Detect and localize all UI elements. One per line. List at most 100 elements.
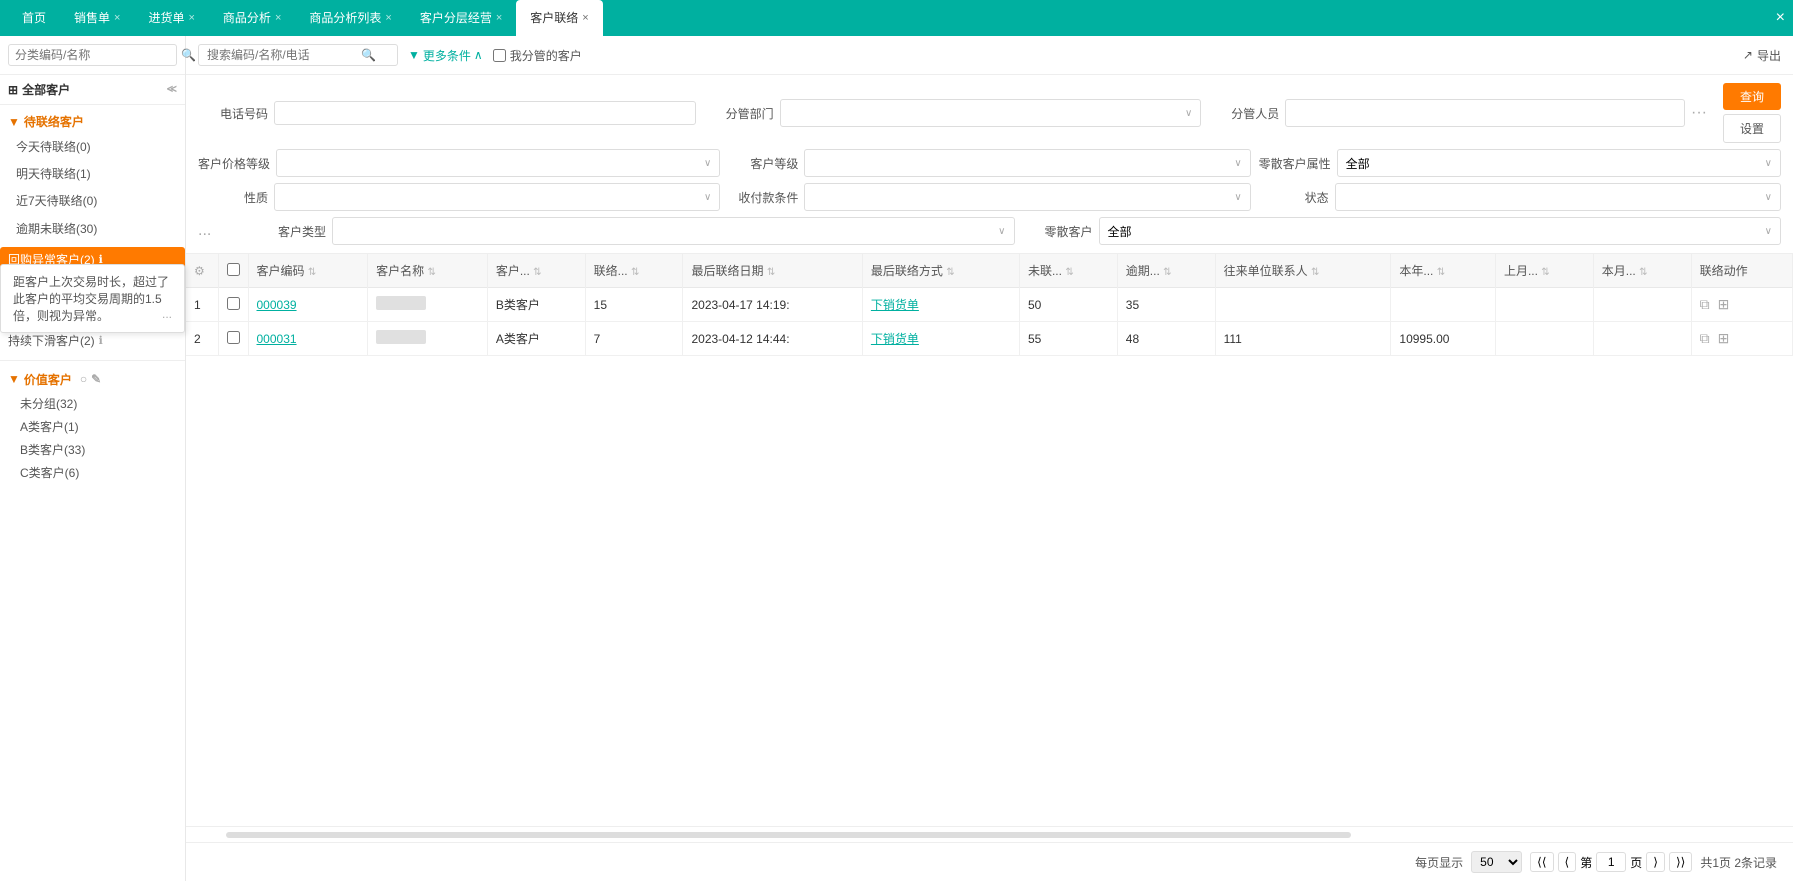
more-conditions-button[interactable]: ▼ 更多条件 ∧ (408, 47, 483, 64)
nav-analysis-list[interactable]: 商品分析列表 × (295, 0, 405, 36)
td-code-1[interactable]: 000039 (248, 288, 368, 322)
row1-link-icon[interactable]: ⧉ (1700, 296, 1710, 313)
value-edit-pen-icon[interactable]: ✎ (91, 372, 101, 386)
all-customers-section[interactable]: ⊞ 全部客户 ≪ (0, 75, 185, 105)
sort-contact-count-icon: ⇅ (631, 267, 639, 278)
page-number-input[interactable] (1596, 852, 1626, 872)
row2-checkbox[interactable] (227, 331, 240, 344)
nature-select[interactable]: ∨ (274, 183, 720, 211)
price-level-arrow: ∨ (704, 158, 711, 169)
table-settings-icon[interactable]: ⚙ (194, 264, 205, 278)
td-method-1[interactable]: 下销货单 (862, 288, 1019, 322)
filter-cell-phone: 电话号码 (198, 101, 696, 125)
nav-home[interactable]: 首页 (8, 0, 60, 36)
td-method-2[interactable]: 下销货单 (862, 322, 1019, 356)
my-customers-checkbox[interactable] (493, 49, 506, 62)
th-type[interactable]: 客户... ⇅ (487, 254, 585, 288)
close-contact-icon[interactable]: × (582, 0, 588, 36)
sidebar-item-class-c[interactable]: C类客户(6) (0, 461, 185, 484)
nav-customer-contact[interactable]: 客户联络 × (516, 0, 602, 36)
content-area: 🔍 ▼ 更多条件 ∧ 我分管的客户 ↗ 导出 (186, 36, 1793, 881)
close-segment-icon[interactable]: × (496, 0, 502, 36)
tooltip-dots[interactable]: ... (162, 307, 172, 321)
row1-grid-icon[interactable]: ⊞ (1718, 296, 1730, 313)
td-index-2: 2 (186, 322, 218, 356)
window-close-button[interactable]: × (1776, 9, 1785, 27)
filter-search-input[interactable] (207, 48, 357, 62)
filter-search-icon[interactable]: 🔍 (361, 48, 376, 62)
sidebar-item-overdue[interactable]: 逾期未联络(30) (0, 216, 185, 243)
th-name[interactable]: 客户名称 ⇅ (368, 254, 488, 288)
td-name-2 (368, 322, 488, 356)
settings-button[interactable]: 设置 (1723, 114, 1781, 143)
close-sales-icon[interactable]: × (114, 0, 120, 36)
scatter-attr-select[interactable]: 全部 ∨ (1337, 149, 1781, 177)
th-un-contact[interactable]: 未联... ⇅ (1019, 254, 1117, 288)
nav-customer-segment[interactable]: 客户分层经营 × (406, 0, 516, 36)
payment-select[interactable]: ∨ (804, 183, 1250, 211)
customer-type-select[interactable]: ∨ (332, 217, 1015, 245)
waiting-contact-title[interactable]: ▼ 待联络客户 (0, 109, 185, 134)
th-this-year[interactable]: 本年... ⇅ (1391, 254, 1496, 288)
th-last-contact-method[interactable]: 最后联络方式 ⇅ (862, 254, 1019, 288)
td-this-month-1 (1593, 288, 1691, 322)
value-edit-icon[interactable]: ○ (80, 372, 87, 386)
row2-link-icon[interactable]: ⧉ (1700, 330, 1710, 347)
sidebar-item-class-b[interactable]: B类客户(33) (0, 438, 185, 461)
th-code[interactable]: 客户编码 ⇅ (248, 254, 368, 288)
price-level-select[interactable]: ∨ (276, 149, 720, 177)
dept-select[interactable]: ∨ (780, 99, 1202, 127)
th-contact-person[interactable]: 往来单位联系人 ⇅ (1215, 254, 1391, 288)
nav-purchase[interactable]: 进货单 × (134, 0, 208, 36)
scatter-customer-select[interactable]: 全部 ∨ (1099, 217, 1782, 245)
scatter-attr-label: 零散客户属性 (1259, 155, 1331, 172)
person-input[interactable] (1285, 99, 1685, 127)
sidebar-search-icon[interactable]: 🔍 (181, 48, 196, 62)
td-code-2[interactable]: 000031 (248, 322, 368, 356)
status-select[interactable]: ∨ (1335, 183, 1781, 211)
td-contact-count-1: 15 (585, 288, 683, 322)
th-contact-count[interactable]: 联络... ⇅ (585, 254, 683, 288)
nav-analysis[interactable]: 商品分析 × (209, 0, 295, 36)
row4-dots-button[interactable]: ... (198, 222, 211, 240)
sidebar-search-input[interactable] (8, 44, 177, 66)
sidebar-item-class-a[interactable]: A类客户(1) (0, 415, 185, 438)
value-customers-title[interactable]: ▼ 价值客户 ○ ✎ (0, 367, 185, 392)
phone-input[interactable] (274, 101, 696, 125)
horizontal-scrollbar[interactable] (186, 826, 1793, 842)
th-last-contact-date[interactable]: 最后联络日期 ⇅ (683, 254, 862, 288)
nav-sales[interactable]: 销售单 × (60, 0, 134, 36)
tooltip-popup: 距客户上次交易时长，超过了此客户的平均交易周期的1.5倍，则视为异常。 ... (0, 264, 185, 333)
customer-level-select[interactable]: ∨ (804, 149, 1250, 177)
sidebar-item-today[interactable]: 今天待联络(0) (0, 134, 185, 161)
sidebar-item-ungroup[interactable]: 未分组(32) (0, 392, 185, 415)
sidebar-collapse-icon[interactable]: ≪ (167, 84, 177, 95)
export-button[interactable]: ↗ 导出 (1743, 47, 1781, 64)
td-un-contact-1: 50 (1019, 288, 1117, 322)
th-this-month[interactable]: 本月... ⇅ (1593, 254, 1691, 288)
select-all-checkbox[interactable] (227, 263, 240, 276)
phone-label: 电话号码 (198, 105, 268, 122)
per-page-select[interactable]: 50 100 200 (1471, 851, 1522, 873)
close-purchase-icon[interactable]: × (188, 0, 194, 36)
sidebar-item-tomorrow[interactable]: 明天待联络(1) (0, 161, 185, 188)
person-dots-button[interactable]: ··· (1691, 104, 1707, 122)
th-last-month[interactable]: 上月... ⇅ (1495, 254, 1593, 288)
row1-checkbox[interactable] (227, 297, 240, 310)
last-page-button[interactable]: ⟩⟩ (1669, 852, 1692, 872)
th-overdue[interactable]: 逾期... ⇅ (1117, 254, 1215, 288)
close-analysis-list-icon[interactable]: × (385, 0, 391, 36)
filter-cell-customer-level: 客户等级 ∨ (728, 149, 1250, 177)
close-analysis-icon[interactable]: × (275, 0, 281, 36)
prev-page-button[interactable]: ⟨ (1558, 852, 1577, 872)
sidebar-item-7days[interactable]: 近7天待联络(0) (0, 188, 185, 215)
customer-type-arrow: ∨ (998, 226, 1005, 237)
query-button[interactable]: 查询 (1723, 83, 1781, 110)
next-page-button[interactable]: ⟩ (1646, 852, 1665, 872)
td-last-month-2 (1495, 322, 1593, 356)
row2-grid-icon[interactable]: ⊞ (1718, 330, 1730, 347)
filter-action-buttons: 查询 设置 (1723, 83, 1781, 143)
first-page-button[interactable]: ⟨⟨ (1530, 852, 1553, 872)
td-un-contact-2: 55 (1019, 322, 1117, 356)
td-contact-person-2: 111 (1215, 322, 1391, 356)
